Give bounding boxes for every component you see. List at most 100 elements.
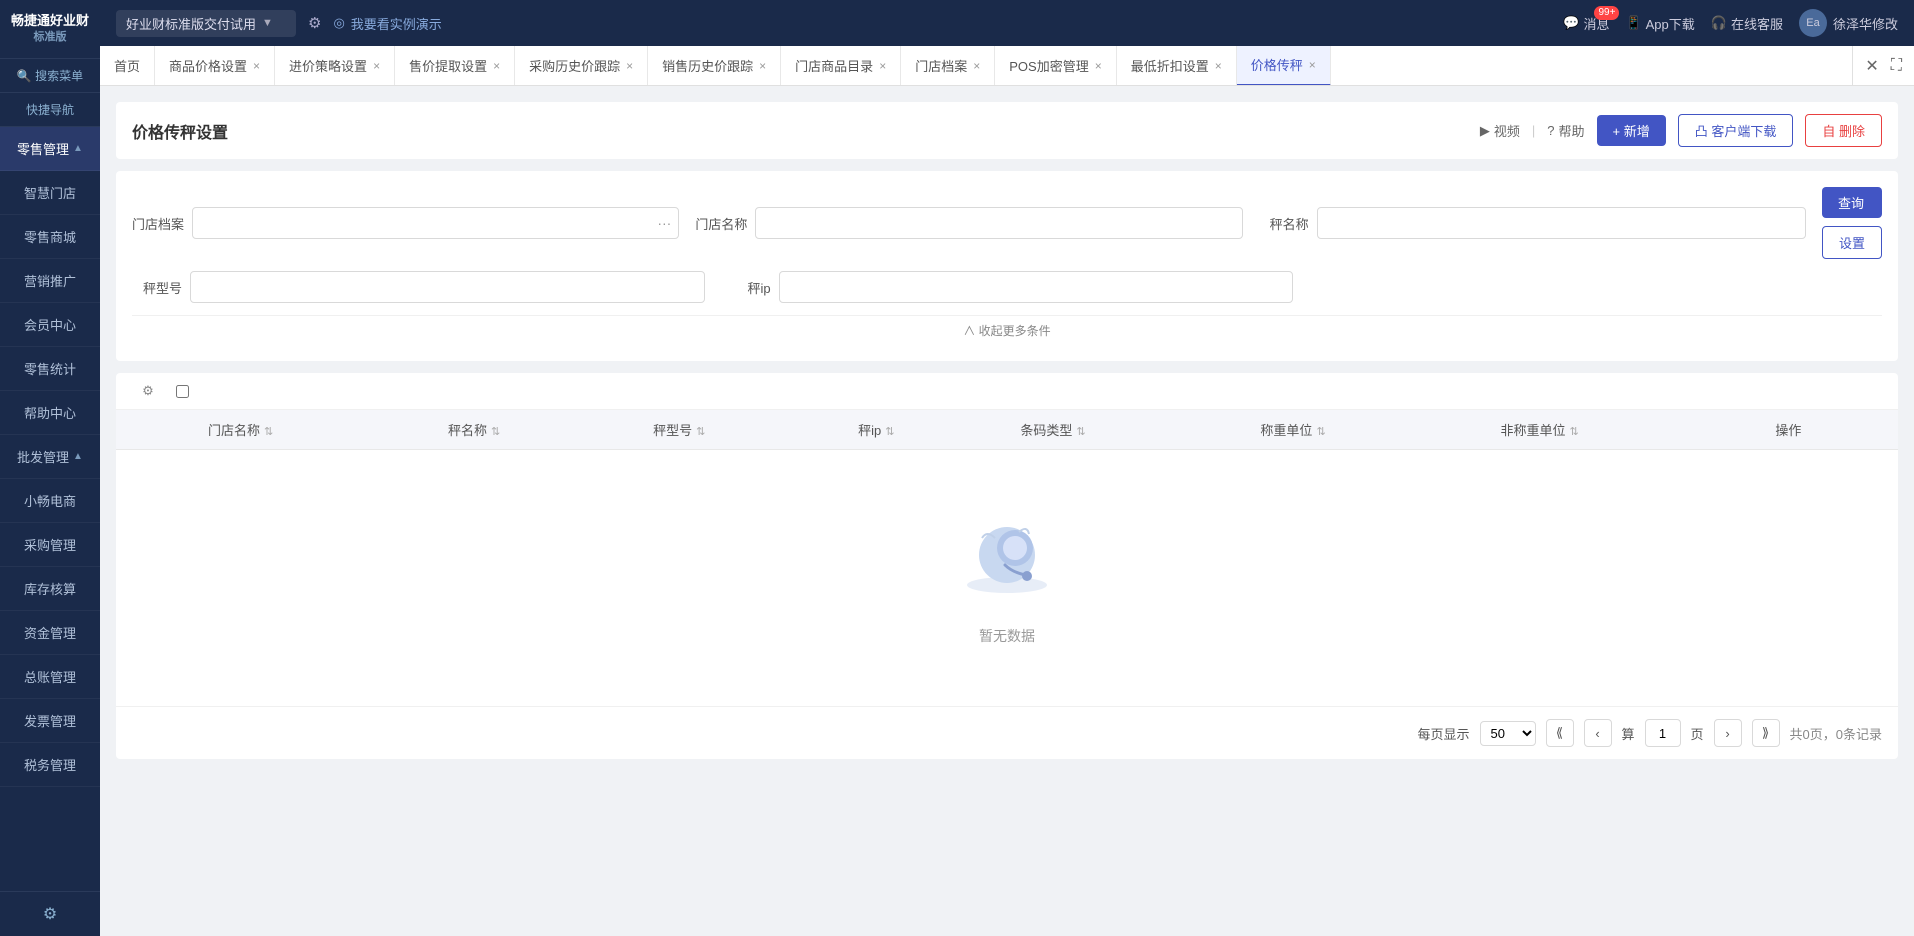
tab-item[interactable]: 门店档案 ×	[901, 46, 995, 86]
demo-link[interactable]: ◎ 我要看实例演示	[333, 14, 441, 33]
tab-item[interactable]: POS加密管理×	[995, 46, 1116, 86]
ellipsis-icon[interactable]: ···	[657, 215, 671, 231]
sidebar-item[interactable]: 营销推广	[0, 259, 100, 303]
tab-item[interactable]: 进价策略设置×	[275, 46, 395, 86]
per-page-select[interactable]: 102050100	[1480, 721, 1536, 746]
tab-close-btn[interactable]: ×	[373, 60, 380, 72]
app-logo: 畅捷通好业财 标准版	[0, 0, 100, 59]
tab-close-btn[interactable]: ×	[973, 60, 980, 72]
page-word-label: 算	[1622, 724, 1635, 743]
play-icon: ▶	[1480, 123, 1490, 139]
online-service-btn[interactable]: 🎧 在线客服	[1711, 14, 1783, 33]
first-page-btn[interactable]: ⟪	[1546, 719, 1574, 747]
tab-item[interactable]: 首页	[100, 46, 155, 86]
add-button[interactable]: + 新增	[1597, 115, 1666, 146]
next-page-btn[interactable]: ›	[1714, 719, 1742, 747]
sidebar-item[interactable]: 总账管理	[0, 655, 100, 699]
tab-item[interactable]: 商品价格设置×	[155, 46, 275, 86]
sidebar-quick-nav[interactable]: 快捷导航	[0, 93, 100, 127]
logo-main-text: 畅捷通好业财	[8, 12, 92, 30]
scale-ip-input[interactable]	[779, 271, 1294, 303]
store-archive-input[interactable]	[192, 207, 679, 239]
sidebar-item[interactable]: 库存核算	[0, 567, 100, 611]
tab-close-btn[interactable]: ×	[1215, 60, 1222, 72]
query-button[interactable]: 查询	[1822, 187, 1882, 218]
sidebar-item[interactable]: 智慧门店	[0, 171, 100, 215]
tab-item[interactable]: 门店商品目录×	[781, 46, 901, 86]
sidebar-item[interactable]: 小畅电商	[0, 479, 100, 523]
sidebar-item[interactable]: 采购管理	[0, 523, 100, 567]
filter-row-1: 门店档案 ··· 门店名称 秤名称 查询 设置	[132, 187, 1882, 259]
tab-label: 门店档案	[915, 56, 967, 75]
collapse-label: 收起更多条件	[979, 324, 1051, 338]
topbar-gear-icon[interactable]: ⚙	[308, 14, 321, 32]
avatar-text: Ea	[1806, 17, 1819, 29]
maximize-icon[interactable]: ⛶	[1887, 53, 1906, 79]
close-tab-icon[interactable]: ✕	[1861, 52, 1882, 80]
tab-close-btn[interactable]: ×	[253, 60, 260, 72]
topbar-right: 💬 消息 99+ 📱 App下载 🎧 在线客服 Ea 徐泽华修改	[1563, 9, 1898, 37]
sidebar-search[interactable]: 🔍 搜索菜单	[0, 59, 100, 93]
message-count: 99+	[1594, 6, 1619, 20]
help-label: 帮助	[1559, 121, 1585, 140]
table-container: 门店名称⇅秤名称⇅秤型号⇅秤ip⇅条码类型⇅称重单位⇅非称重单位⇅操作	[116, 410, 1898, 706]
table-column-header[interactable]: 秤型号⇅	[641, 410, 846, 450]
table-column-header[interactable]: 非称重单位⇅	[1488, 410, 1763, 450]
scale-model-label: 秤型号	[132, 278, 182, 297]
settings-button[interactable]: 设置	[1822, 226, 1882, 259]
settings-icon[interactable]: ⚙	[43, 906, 57, 923]
main-area: 好业财标准版交付试用 ▼ ⚙ ◎ 我要看实例演示 💬 消息 99+ 📱 App下…	[100, 0, 1914, 936]
sidebar-item[interactable]: 帮助中心	[0, 391, 100, 435]
table-column-header[interactable]: 秤名称⇅	[436, 410, 641, 450]
sidebar-item[interactable]: 会员中心	[0, 303, 100, 347]
scale-ip-label: 秤ip	[721, 278, 771, 297]
sidebar-footer: ⚙	[0, 891, 100, 936]
table-gear-header	[116, 410, 156, 450]
last-page-btn[interactable]: ⟫	[1752, 719, 1780, 747]
tab-item[interactable]: 最低折扣设置×	[1117, 46, 1237, 86]
table-column-header[interactable]: 条码类型⇅	[1008, 410, 1248, 450]
app-download-btn[interactable]: 📱 App下载	[1625, 14, 1694, 33]
table-gear-icon[interactable]: ⚙	[128, 383, 168, 399]
table-column-header[interactable]: 称重单位⇅	[1248, 410, 1488, 450]
chevron-icon: ▲	[73, 451, 83, 462]
tab-close-btn[interactable]: ×	[626, 60, 633, 72]
help-icon: ?	[1547, 123, 1554, 138]
user-menu[interactable]: Ea 徐泽华修改	[1799, 9, 1898, 37]
sidebar-item[interactable]: 资金管理	[0, 611, 100, 655]
tab-close-btn[interactable]: ×	[493, 60, 500, 72]
table-column-header[interactable]: 秤ip⇅	[846, 410, 1008, 450]
sidebar-item[interactable]: 税务管理	[0, 743, 100, 787]
download-button[interactable]: 凸 客户端下载	[1678, 114, 1794, 147]
tab-item[interactable]: 销售历史价跟踪×	[648, 46, 781, 86]
tab-close-btn[interactable]: ×	[1095, 60, 1102, 72]
scale-name-input[interactable]	[1317, 207, 1806, 239]
sidebar-item[interactable]: 零售商城	[0, 215, 100, 259]
prev-page-btn[interactable]: ‹	[1584, 719, 1612, 747]
avatar: Ea	[1799, 9, 1827, 37]
help-link[interactable]: ? 帮助	[1547, 121, 1584, 140]
tabbar: 首页商品价格设置×进价策略设置×售价提取设置×采购历史价跟踪×销售历史价跟踪×门…	[100, 46, 1914, 86]
tab-close-btn[interactable]: ×	[879, 60, 886, 72]
sidebar-item[interactable]: 批发管理▲	[0, 435, 100, 479]
store-name-input[interactable]	[755, 207, 1242, 239]
collapse-bar[interactable]: ∧ 收起更多条件	[132, 315, 1882, 345]
sidebar-item[interactable]: 零售统计	[0, 347, 100, 391]
tab-close-btn[interactable]: ×	[1309, 59, 1316, 71]
table-column-header[interactable]: 门店名称⇅	[196, 410, 436, 450]
sidebar-item[interactable]: 零售管理▲	[0, 127, 100, 171]
tab-item[interactable]: 采购历史价跟踪 ×	[515, 46, 648, 86]
delete-button[interactable]: 自 删除	[1805, 114, 1882, 147]
table-head: 门店名称⇅秤名称⇅秤型号⇅秤ip⇅条码类型⇅称重单位⇅非称重单位⇅操作	[116, 410, 1898, 450]
video-link[interactable]: ▶ 视频	[1480, 121, 1520, 140]
tab-label: 采购历史价跟踪	[529, 56, 620, 75]
scale-model-input[interactable]	[190, 271, 705, 303]
page-number-input[interactable]	[1645, 719, 1681, 747]
version-selector[interactable]: 好业财标准版交付试用 ▼	[116, 10, 296, 37]
tab-item[interactable]: 价格传秤×	[1237, 46, 1331, 86]
tab-item[interactable]: 售价提取设置×	[395, 46, 515, 86]
select-all-checkbox[interactable]	[176, 385, 189, 398]
tab-close-btn[interactable]: ×	[759, 60, 766, 72]
message-badge-btn[interactable]: 💬 消息 99+	[1563, 14, 1609, 33]
sidebar-item[interactable]: 发票管理	[0, 699, 100, 743]
